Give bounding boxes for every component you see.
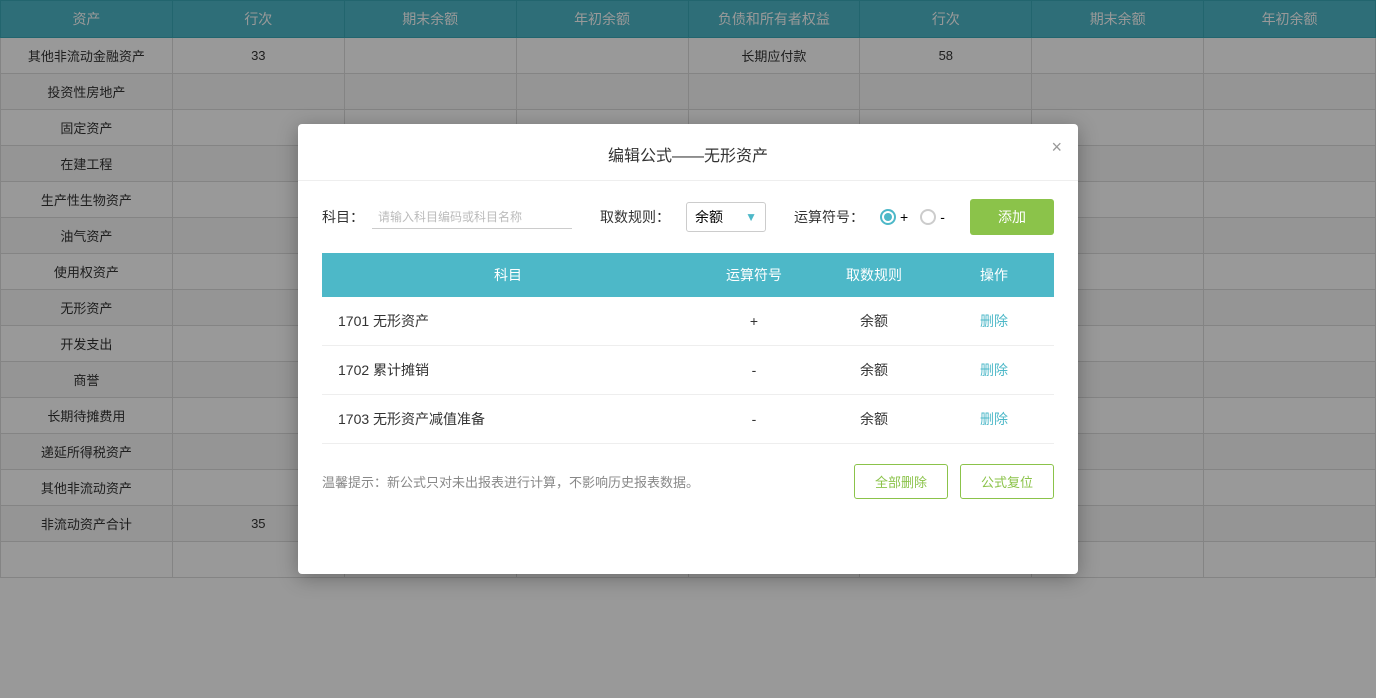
radio-minus[interactable]: -: [920, 209, 945, 225]
th-subject: 科目: [322, 253, 694, 297]
subject-input[interactable]: [372, 205, 572, 229]
rule-label: 取数规则：: [600, 207, 670, 227]
delete-all-button[interactable]: 全部删除: [854, 464, 948, 499]
cell-operator: -: [694, 346, 814, 395]
cell-operator: -: [694, 395, 814, 444]
rule-group: 取数规则： 余额 ▼: [600, 202, 766, 232]
table-row: 1701 无形资产+余额 删除: [322, 297, 1054, 346]
data-table: 科目 运算符号 取数规则 操作 1701 无形资产+余额删除1702 累计摊销-…: [322, 253, 1054, 444]
data-table-wrap: 科目 运算符号 取数规则 操作 1701 无形资产+余额删除1702 累计摊销-…: [322, 253, 1054, 444]
reset-button[interactable]: 公式复位: [960, 464, 1054, 499]
radio-plus-circle: [880, 209, 896, 225]
cell-subject: 1702 累计摊销: [322, 346, 694, 395]
form-row: 科目： 取数规则： 余额 ▼ 运算符号： +: [298, 181, 1078, 253]
operator-label: 运算符号：: [794, 207, 864, 227]
table-row: 1703 无形资产减值准备-余额 删除: [322, 395, 1054, 444]
dialog-title: 编辑公式——无形资产: [608, 148, 768, 165]
add-button[interactable]: 添加: [970, 199, 1054, 235]
chevron-down-icon: ▼: [745, 210, 757, 224]
radio-plus[interactable]: +: [880, 209, 908, 225]
cell-rule: 余额: [814, 346, 934, 395]
cell-action: 删除: [934, 395, 1054, 444]
radio-plus-label: +: [900, 209, 908, 225]
cell-action: 删除: [934, 346, 1054, 395]
cell-operator: +: [694, 297, 814, 346]
dialog-header: 编辑公式——无形资产 ×: [298, 124, 1078, 181]
th-rule: 取数规则: [814, 253, 934, 297]
cell-rule: 余额: [814, 297, 934, 346]
cell-subject: 1701 无形资产: [322, 297, 694, 346]
cell-action: 删除: [934, 297, 1054, 346]
rule-value: 余额: [695, 207, 723, 227]
subject-label: 科目：: [322, 207, 364, 227]
radio-group: + -: [880, 209, 945, 225]
background-table-wrap: 资产 行次 期末余额 年初余额 负债和所有者权益 行次 期末余额 年初余额 其他…: [0, 0, 1376, 698]
cell-subject: 1703 无形资产减值准备: [322, 395, 694, 444]
rule-select[interactable]: 余额 ▼: [686, 202, 766, 232]
delete-link[interactable]: 删除: [980, 313, 1008, 329]
close-button[interactable]: ×: [1051, 138, 1062, 156]
footer-buttons: 全部删除 公式复位: [854, 464, 1054, 499]
th-action: 操作: [934, 253, 1054, 297]
operator-group: 运算符号： + -: [794, 207, 945, 227]
radio-minus-circle: [920, 209, 936, 225]
th-operator: 运算符号: [694, 253, 814, 297]
modal-overlay: 编辑公式——无形资产 × 科目： 取数规则： 余额 ▼ 运算符号：: [0, 0, 1376, 698]
delete-link[interactable]: 删除: [980, 362, 1008, 378]
table-row: 1702 累计摊销-余额 删除: [322, 346, 1054, 395]
delete-link[interactable]: 删除: [980, 411, 1008, 427]
dialog: 编辑公式——无形资产 × 科目： 取数规则： 余额 ▼ 运算符号：: [298, 124, 1078, 574]
footer-tip: 温馨提示：新公式只对未出报表进行计算，不影响历史报表数据。: [322, 472, 699, 491]
radio-minus-label: -: [940, 209, 945, 225]
cell-rule: 余额: [814, 395, 934, 444]
dialog-footer: 温馨提示：新公式只对未出报表进行计算，不影响历史报表数据。 全部删除 公式复位: [298, 444, 1078, 509]
